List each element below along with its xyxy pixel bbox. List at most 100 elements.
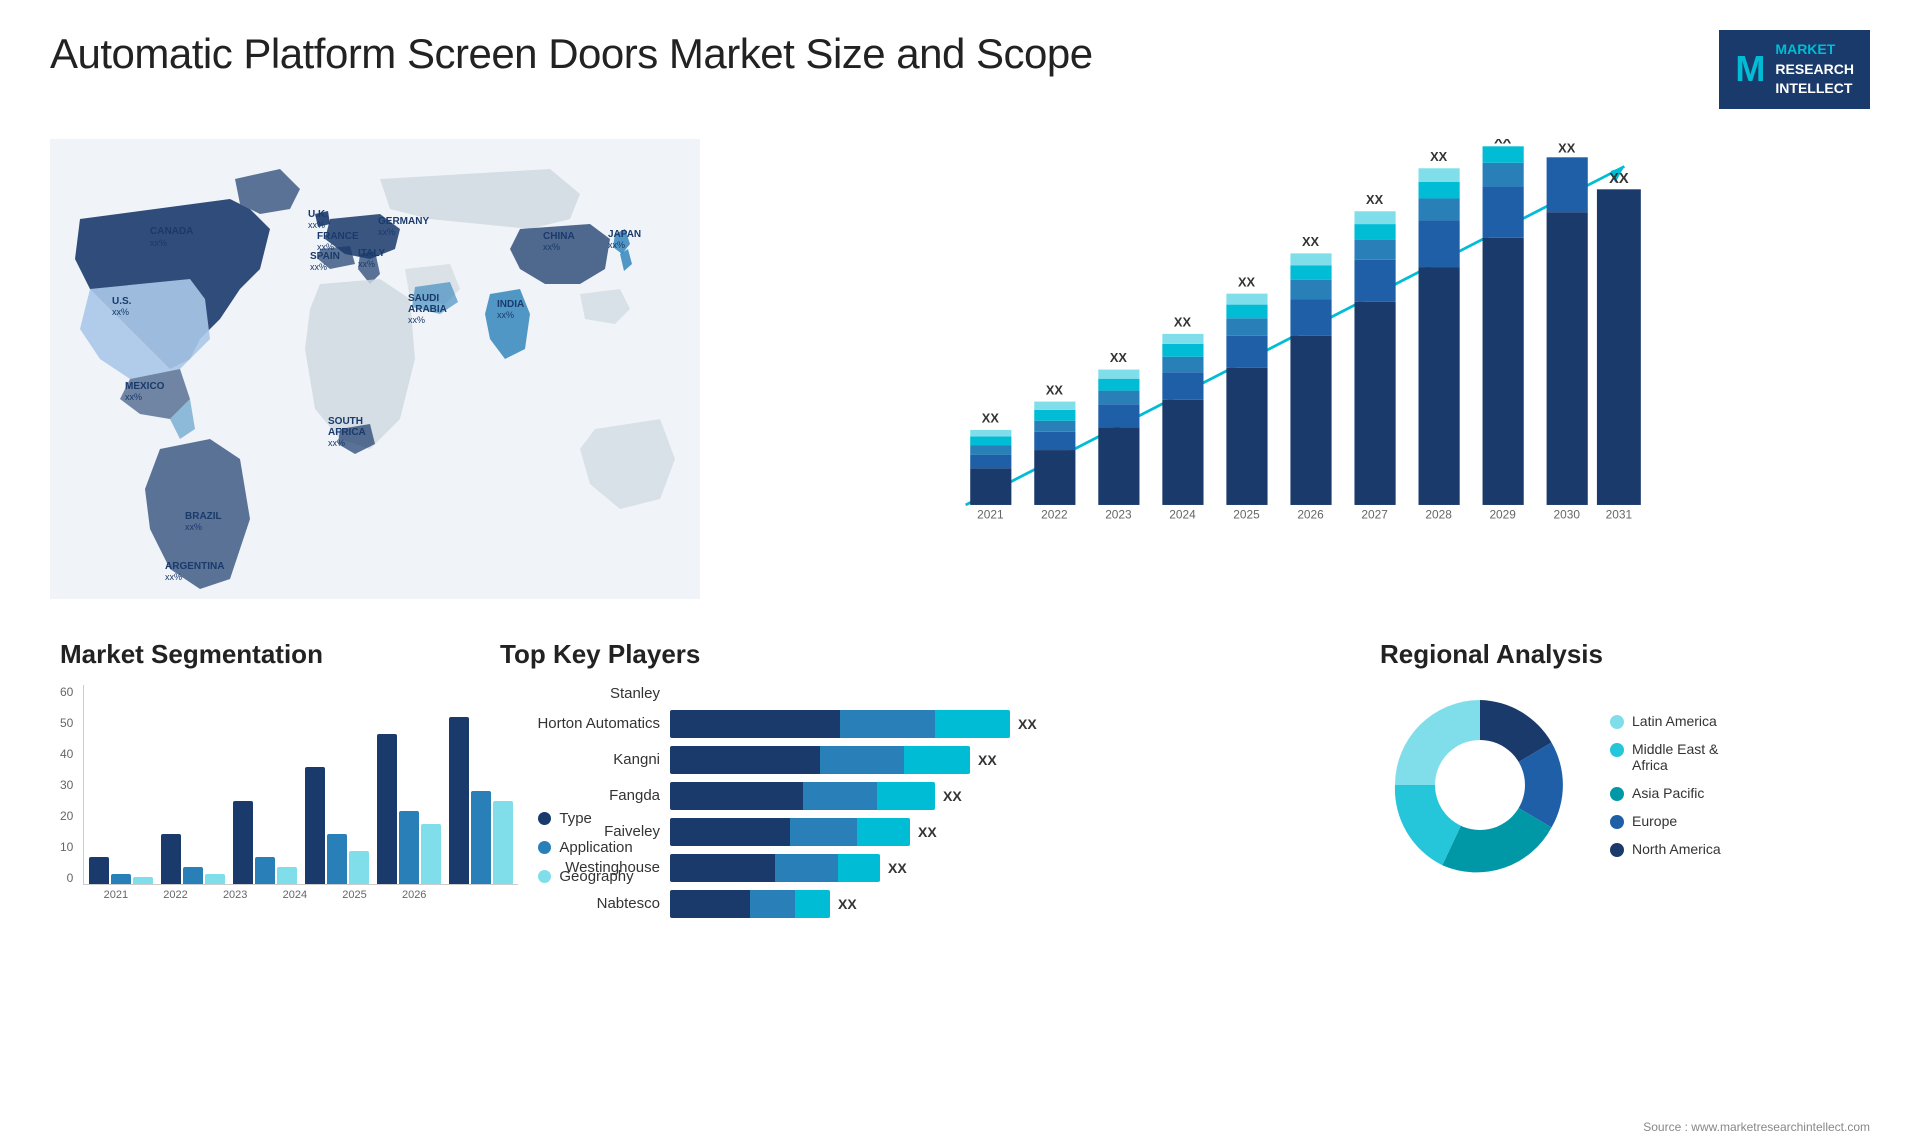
logo-line2: RESEARCH <box>1775 60 1854 80</box>
svg-text:2021: 2021 <box>977 507 1004 521</box>
svg-text:FRANCE: FRANCE <box>317 231 359 242</box>
players-list: Stanley Horton Automatics XX <box>500 685 1320 918</box>
svg-text:ITALY: ITALY <box>358 248 386 259</box>
player-name: Faiveley <box>500 823 660 840</box>
player-bar-container: XX <box>670 746 1320 774</box>
apac-label: Asia Pacific <box>1632 785 1704 801</box>
svg-text:XX: XX <box>1430 149 1448 164</box>
player-name: Stanley <box>500 685 660 702</box>
svg-text:XX: XX <box>1046 382 1064 397</box>
europe-dot <box>1610 815 1624 829</box>
latin-dot <box>1610 715 1624 729</box>
players-title: Top Key Players <box>500 639 1320 670</box>
segmentation-title: Market Segmentation <box>60 639 440 670</box>
svg-text:U.S.: U.S. <box>112 296 132 307</box>
player-bar-container: XX <box>670 890 1320 918</box>
svg-text:xx%: xx% <box>497 310 514 320</box>
segmentation-section: Market Segmentation 60 50 40 30 20 10 0 <box>50 639 450 918</box>
regional-title: Regional Analysis <box>1380 639 1860 670</box>
logo-box: M MARKET RESEARCH INTELLECT <box>1719 30 1870 109</box>
player-name: Nabtesco <box>500 895 660 912</box>
svg-text:SPAIN: SPAIN <box>310 251 340 262</box>
svg-text:xx%: xx% <box>185 522 202 532</box>
reg-legend-latin: Latin America <box>1610 713 1721 729</box>
player-name: Horton Automatics <box>500 715 660 732</box>
source-text: Source : www.marketresearchintellect.com <box>1643 1120 1870 1134</box>
donut-chart <box>1380 685 1580 885</box>
svg-text:XX: XX <box>982 410 1000 425</box>
svg-text:2023: 2023 <box>1105 507 1132 521</box>
svg-text:xx%: xx% <box>310 262 327 272</box>
regional-legend: Latin America Middle East &Africa Asia P… <box>1610 713 1721 857</box>
bottom-row: Market Segmentation 60 50 40 30 20 10 0 <box>50 639 1870 918</box>
svg-text:CHINA: CHINA <box>543 231 575 242</box>
player-row: Stanley <box>500 685 1320 702</box>
svg-text:AFRICA: AFRICA <box>328 427 366 438</box>
svg-text:ARGENTINA: ARGENTINA <box>165 561 224 572</box>
svg-text:xx%: xx% <box>378 227 395 237</box>
svg-text:U.K.: U.K. <box>308 209 328 220</box>
player-row: Nabtesco XX <box>500 890 1320 918</box>
svg-text:xx%: xx% <box>608 240 625 250</box>
svg-text:2026: 2026 <box>1297 507 1324 521</box>
seg-bar-group-2024 <box>305 767 369 884</box>
logo-text: MARKET RESEARCH INTELLECT <box>1775 40 1854 99</box>
mea-label: Middle East &Africa <box>1632 741 1718 773</box>
bar-chart: XX 2021 XX 2022 XX 2023 <box>740 139 1850 569</box>
svg-text:xx%: xx% <box>125 392 142 402</box>
regional-content: Latin America Middle East &Africa Asia P… <box>1380 685 1860 885</box>
logo-line3: INTELLECT <box>1775 79 1854 99</box>
player-row: Horton Automatics XX <box>500 710 1320 738</box>
seg-bar-group-2022 <box>161 834 225 884</box>
player-bar-container: XX <box>670 710 1320 738</box>
player-row: Kangni XX <box>500 746 1320 774</box>
world-map: CANADA xx% U.S. xx% MEXICO xx% BRAZIL xx… <box>50 129 700 609</box>
svg-text:2025: 2025 <box>1233 507 1260 521</box>
player-row: Faiveley XX <box>500 818 1320 846</box>
player-name: Kangni <box>500 751 660 768</box>
svg-text:xx%: xx% <box>308 220 325 230</box>
page-container: Automatic Platform Screen Doors Market S… <box>0 0 1920 1146</box>
seg-bar-group-2025 <box>377 734 441 884</box>
regional-section: Regional Analysis <box>1370 639 1870 918</box>
player-bar-container: XX <box>670 818 1320 846</box>
svg-text:xx%: xx% <box>150 238 167 248</box>
player-row: Westinghouse XX <box>500 854 1320 882</box>
svg-text:GERMANY: GERMANY <box>378 216 429 227</box>
svg-text:2030: 2030 <box>1554 507 1581 521</box>
page-title: Automatic Platform Screen Doors Market S… <box>50 30 1093 78</box>
svg-text:2022: 2022 <box>1041 507 1067 521</box>
svg-text:MEXICO: MEXICO <box>125 381 165 392</box>
reg-legend-mea: Middle East &Africa <box>1610 741 1721 773</box>
mea-dot <box>1610 743 1624 757</box>
logo-letter: M <box>1735 44 1765 94</box>
svg-text:2029: 2029 <box>1489 507 1516 521</box>
svg-text:XX: XX <box>1609 171 1629 187</box>
seg-bar-group-2023 <box>233 801 297 884</box>
svg-text:JAPAN: JAPAN <box>608 229 641 240</box>
player-name: Westinghouse <box>500 859 660 876</box>
reg-legend-europe: Europe <box>1610 813 1721 829</box>
svg-text:XX: XX <box>1174 314 1192 329</box>
player-bar-container: XX <box>670 854 1320 882</box>
svg-text:XX: XX <box>1494 139 1512 147</box>
svg-text:xx%: xx% <box>543 242 560 252</box>
svg-text:2024: 2024 <box>1169 507 1196 521</box>
svg-text:xx%: xx% <box>112 307 129 317</box>
svg-text:XX: XX <box>1366 192 1384 207</box>
svg-text:XX: XX <box>1558 141 1576 156</box>
svg-text:BRAZIL: BRAZIL <box>185 511 222 522</box>
svg-text:CANADA: CANADA <box>150 226 193 237</box>
na-dot <box>1610 843 1624 857</box>
player-bar-container: XX <box>670 782 1320 810</box>
svg-text:XX: XX <box>1238 274 1256 289</box>
svg-text:2031: 2031 <box>1606 507 1633 521</box>
svg-text:SOUTH: SOUTH <box>328 416 363 427</box>
reg-legend-na: North America <box>1610 841 1721 857</box>
svg-text:2027: 2027 <box>1361 507 1387 521</box>
svg-text:ARABIA: ARABIA <box>408 304 447 315</box>
apac-dot <box>1610 787 1624 801</box>
na-label: North America <box>1632 841 1721 857</box>
players-section: Top Key Players Stanley Horton Automatic… <box>490 639 1330 918</box>
header: Automatic Platform Screen Doors Market S… <box>50 30 1870 109</box>
